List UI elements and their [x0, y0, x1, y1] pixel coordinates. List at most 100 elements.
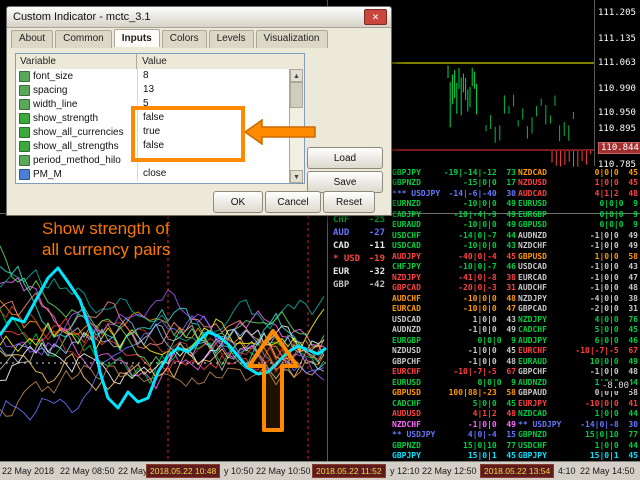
- param-value[interactable]: 13: [137, 83, 290, 97]
- pair-values: 1|0|0 44: [594, 409, 638, 419]
- currency-value: -19: [368, 253, 385, 264]
- pair-row: USDCHF -14|0|-7 44: [392, 230, 516, 241]
- tab-visualization[interactable]: Visualization: [255, 30, 328, 48]
- pair-values: -1|0|0 43: [589, 262, 638, 272]
- pair-row: EURAUD 10|0|0 49: [518, 356, 638, 367]
- pair-row: EURAUD -10|0|0 49: [392, 220, 516, 231]
- time-tick: 4:10: [558, 466, 576, 476]
- time-tick: 22 May 08:50: [60, 466, 115, 476]
- inputs-row[interactable]: spacing 13: [16, 83, 290, 97]
- pair-name: EURCHF: [518, 346, 547, 356]
- pair-row: CADJPY -10|-4|-9 49: [392, 209, 516, 220]
- pair-values: 4|0|0 76: [594, 314, 638, 324]
- currency-strength-row: AUD -27: [333, 226, 385, 239]
- pair-name: GBPCAD: [392, 283, 421, 293]
- pair-values: 0|0|0 9: [599, 209, 638, 219]
- pair-values: 5|0|0 45: [472, 398, 516, 408]
- save-button[interactable]: Save: [307, 171, 383, 193]
- pair-row: AUDCAD 4|1|2 48: [518, 188, 638, 199]
- pair-values: -10|0|0 48: [463, 293, 516, 303]
- param-value[interactable]: close: [137, 167, 290, 181]
- pair-row: EURNZD -10|0|0 49: [392, 199, 516, 210]
- param-type-icon: [19, 154, 30, 166]
- pair-row: GBPNZD 15|0|10 77: [518, 430, 638, 441]
- pair-values: -40|0|-4 45: [458, 251, 516, 261]
- pair-values: -2|0|0 31: [589, 304, 638, 314]
- pair-row: AUDJPY -40|0|-4 45: [392, 251, 516, 262]
- pair-row: ** USDJPY -14|0|-8 30: [518, 419, 638, 430]
- pair-row: AUDCHF -10|0|0 48: [392, 293, 516, 304]
- price-label: 110.785: [598, 160, 636, 170]
- pair-name: GBPJPY: [392, 451, 421, 461]
- pair-row: GBPNZD 15|0|10 77: [392, 440, 516, 451]
- pair-values: 15|0|1 45: [467, 451, 516, 461]
- pair-values: 0|0|0 9: [477, 377, 516, 387]
- dialog-tabs: About Common Inputs Colors Levels Visualizati…: [11, 29, 328, 48]
- scroll-up-icon[interactable]: ▲: [290, 69, 303, 82]
- close-icon[interactable]: ✕: [364, 9, 387, 25]
- pair-row: GBPJPY 15|0|1 45: [518, 451, 638, 462]
- time-marker-box: 2018.05.22 11:52: [312, 464, 386, 478]
- pair-row: AUDUSD 4|1|2 48: [392, 409, 516, 420]
- cancel-button[interactable]: Cancel: [265, 191, 321, 213]
- load-button[interactable]: Load: [307, 147, 383, 169]
- tab-inputs[interactable]: Inputs: [113, 29, 160, 47]
- pair-row: USDCHF 1|0|0 44: [518, 440, 638, 451]
- pair-name: AUDNZD: [392, 325, 421, 335]
- inputs-row[interactable]: font_size 8: [16, 69, 290, 83]
- scroll-thumb[interactable]: [290, 82, 303, 108]
- pair-row: NZDJPY 4|0|0 76: [518, 314, 638, 325]
- time-marker-box: 2018.05.22 10:48: [146, 464, 221, 478]
- pair-values: 1|0|0 58: [594, 251, 638, 261]
- pair-row: *** USDJPY -14|-6|-40 30: [392, 188, 516, 199]
- ok-button[interactable]: OK: [213, 191, 263, 213]
- pair-name: EURCAD: [392, 304, 421, 314]
- pair-name: AUDNZD: [518, 377, 547, 387]
- param-name: spacing: [33, 84, 68, 96]
- pair-values: 15|0|1 45: [589, 451, 638, 461]
- inputs-row[interactable]: PM_M close: [16, 167, 290, 181]
- param-name: show_all_strengths: [33, 140, 119, 152]
- pair-name: CADCHF: [392, 398, 421, 408]
- pair-row: AUDCHF -1|0|0 48: [518, 283, 638, 294]
- pair-name: GBPUSD: [392, 388, 421, 398]
- param-name: font_size: [33, 70, 74, 82]
- price-label: 111.135: [598, 34, 636, 44]
- tab-colors[interactable]: Colors: [161, 30, 207, 48]
- tab-levels[interactable]: Levels: [208, 30, 254, 48]
- pair-values: -1|0|0 49: [589, 241, 638, 251]
- time-axis[interactable]: 22 May 201822 May 08:5022 May 09:502018.…: [0, 461, 640, 480]
- pair-name: EURNZD: [392, 199, 421, 209]
- pair-row: EURGBP 0|0|0 9: [518, 209, 638, 220]
- pair-values: -15|0|0 17: [463, 178, 516, 188]
- dialog-titlebar[interactable]: Custom Indicator - mctc_3.1 ✕: [7, 7, 391, 28]
- pair-name: AUDCAD: [518, 188, 547, 198]
- pair-name: NZDJPY: [518, 293, 547, 303]
- pair-row: NZDJPY -4|0|0 38: [518, 293, 638, 304]
- pair-column-1: GBPJPY -19|-14|-12 73 GBPNZD -15|0|0 17 *** …: [392, 167, 516, 461]
- price-label: 111.205: [598, 8, 636, 18]
- pair-name: NZDCHF: [518, 241, 547, 251]
- pair-values: -1|0|0 48: [589, 367, 638, 377]
- currency-name: * USD: [333, 253, 361, 264]
- pair-values: -41|0|-8 38: [458, 272, 516, 282]
- pair-row: NZDCHF -1|0|0 49: [392, 419, 516, 430]
- tab-common[interactable]: Common: [55, 30, 112, 48]
- scroll-down-icon[interactable]: ▼: [290, 170, 303, 183]
- pair-name: NZDJPY: [518, 314, 547, 324]
- pair-row: GBPJPY -19|-14|-12 73: [392, 167, 516, 178]
- custom-indicator-dialog: Custom Indicator - mctc_3.1 ✕ About Commo…: [6, 6, 392, 216]
- param-name: show_all_currencies: [33, 126, 124, 138]
- pair-name: GBPJPY: [392, 167, 421, 177]
- pair-values: -14|-6|-40 30: [448, 188, 516, 198]
- pair-row: EURGBP 0|0|0 9: [392, 335, 516, 346]
- pair-name: EURAUD: [518, 356, 547, 366]
- pair-column-2: NZDCAD 0|0|0 45 NZDUSD 1|0|0 45 AUDCAD 4|1|2 …: [518, 167, 638, 461]
- pair-name: AUDCHF: [392, 293, 421, 303]
- subwindow-scale-label: -8.00: [600, 381, 632, 391]
- tab-about[interactable]: About: [11, 30, 54, 48]
- pair-name: NZDCAD: [518, 409, 547, 419]
- reset-button[interactable]: Reset: [323, 191, 375, 213]
- pair-values: -10|0|-7 46: [458, 262, 516, 272]
- param-value[interactable]: 8: [137, 69, 290, 83]
